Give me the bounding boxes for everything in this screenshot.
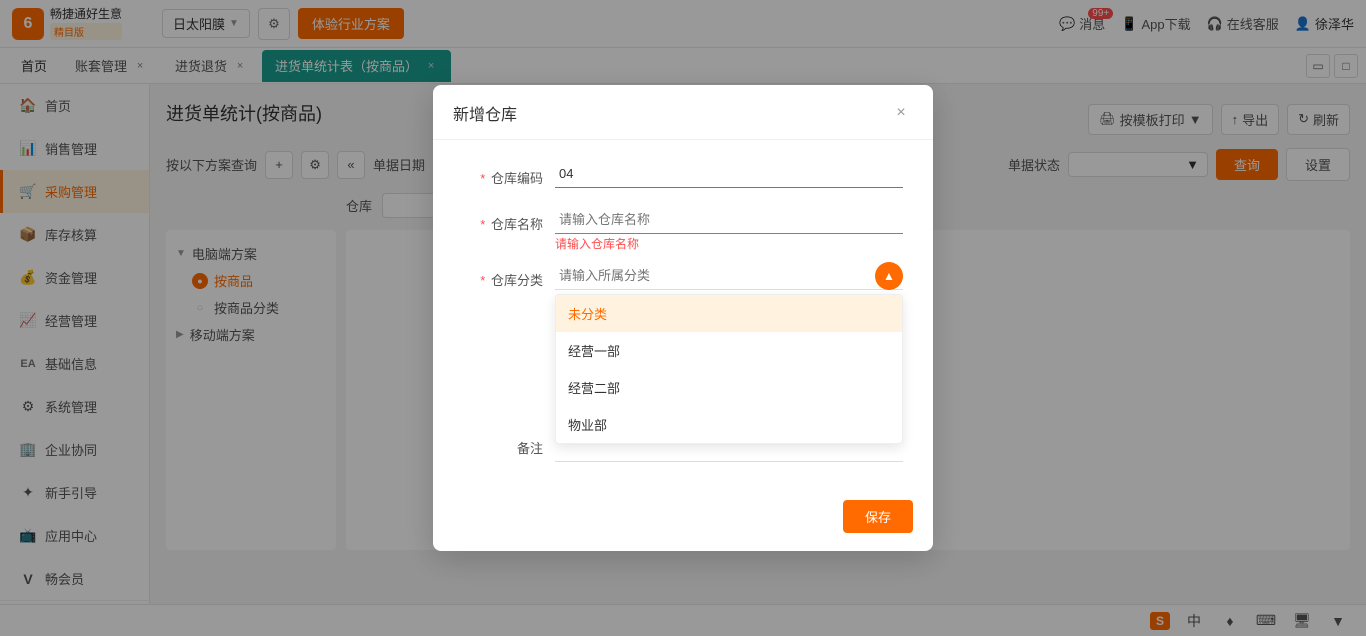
warehouse-category-select-wrap: ▲ 未分类 经营一部 经营二部 物业部 <box>555 262 903 290</box>
warehouse-name-input[interactable] <box>555 206 903 234</box>
warehouse-code-input[interactable] <box>555 160 903 188</box>
warehouse-category-dropdown: 未分类 经营一部 经营二部 物业部 <box>555 294 903 444</box>
add-warehouse-modal: 新增仓库 × * 仓库编码 * 仓库名称 请输入仓库名称 * <box>433 85 933 551</box>
warehouse-code-label: * 仓库编码 <box>463 160 543 187</box>
modal-header: 新增仓库 × <box>433 85 933 140</box>
warehouse-name-error-msg: 请输入仓库名称 <box>555 235 639 252</box>
modal-body: * 仓库编码 * 仓库名称 请输入仓库名称 * 仓库分类 <box>433 140 933 490</box>
dropdown-item-dept2[interactable]: 经营二部 <box>556 369 902 406</box>
warehouse-name-label: * 仓库名称 <box>463 206 543 233</box>
warehouse-category-input[interactable] <box>555 262 903 290</box>
save-button[interactable]: 保存 <box>843 500 913 533</box>
warehouse-name-row: * 仓库名称 请输入仓库名称 <box>463 206 903 234</box>
warehouse-code-row: * 仓库编码 <box>463 160 903 188</box>
warehouse-category-label: * 仓库分类 <box>463 262 543 289</box>
modal-title: 新增仓库 <box>453 101 517 125</box>
warehouse-category-row: * 仓库分类 ▲ 未分类 经营一部 经营二部 物业部 <box>463 262 903 290</box>
modal-footer: 保存 <box>433 490 933 551</box>
warehouse-category-arrow[interactable]: ▲ <box>875 262 903 290</box>
dropdown-item-uncategorized[interactable]: 未分类 <box>556 295 902 332</box>
dropdown-item-property[interactable]: 物业部 <box>556 406 902 443</box>
modal-close-button[interactable]: × <box>889 101 913 125</box>
remark-label: 备注 <box>463 430 543 457</box>
dropdown-item-dept1[interactable]: 经营一部 <box>556 332 902 369</box>
up-arrow-icon: ▲ <box>883 269 895 283</box>
